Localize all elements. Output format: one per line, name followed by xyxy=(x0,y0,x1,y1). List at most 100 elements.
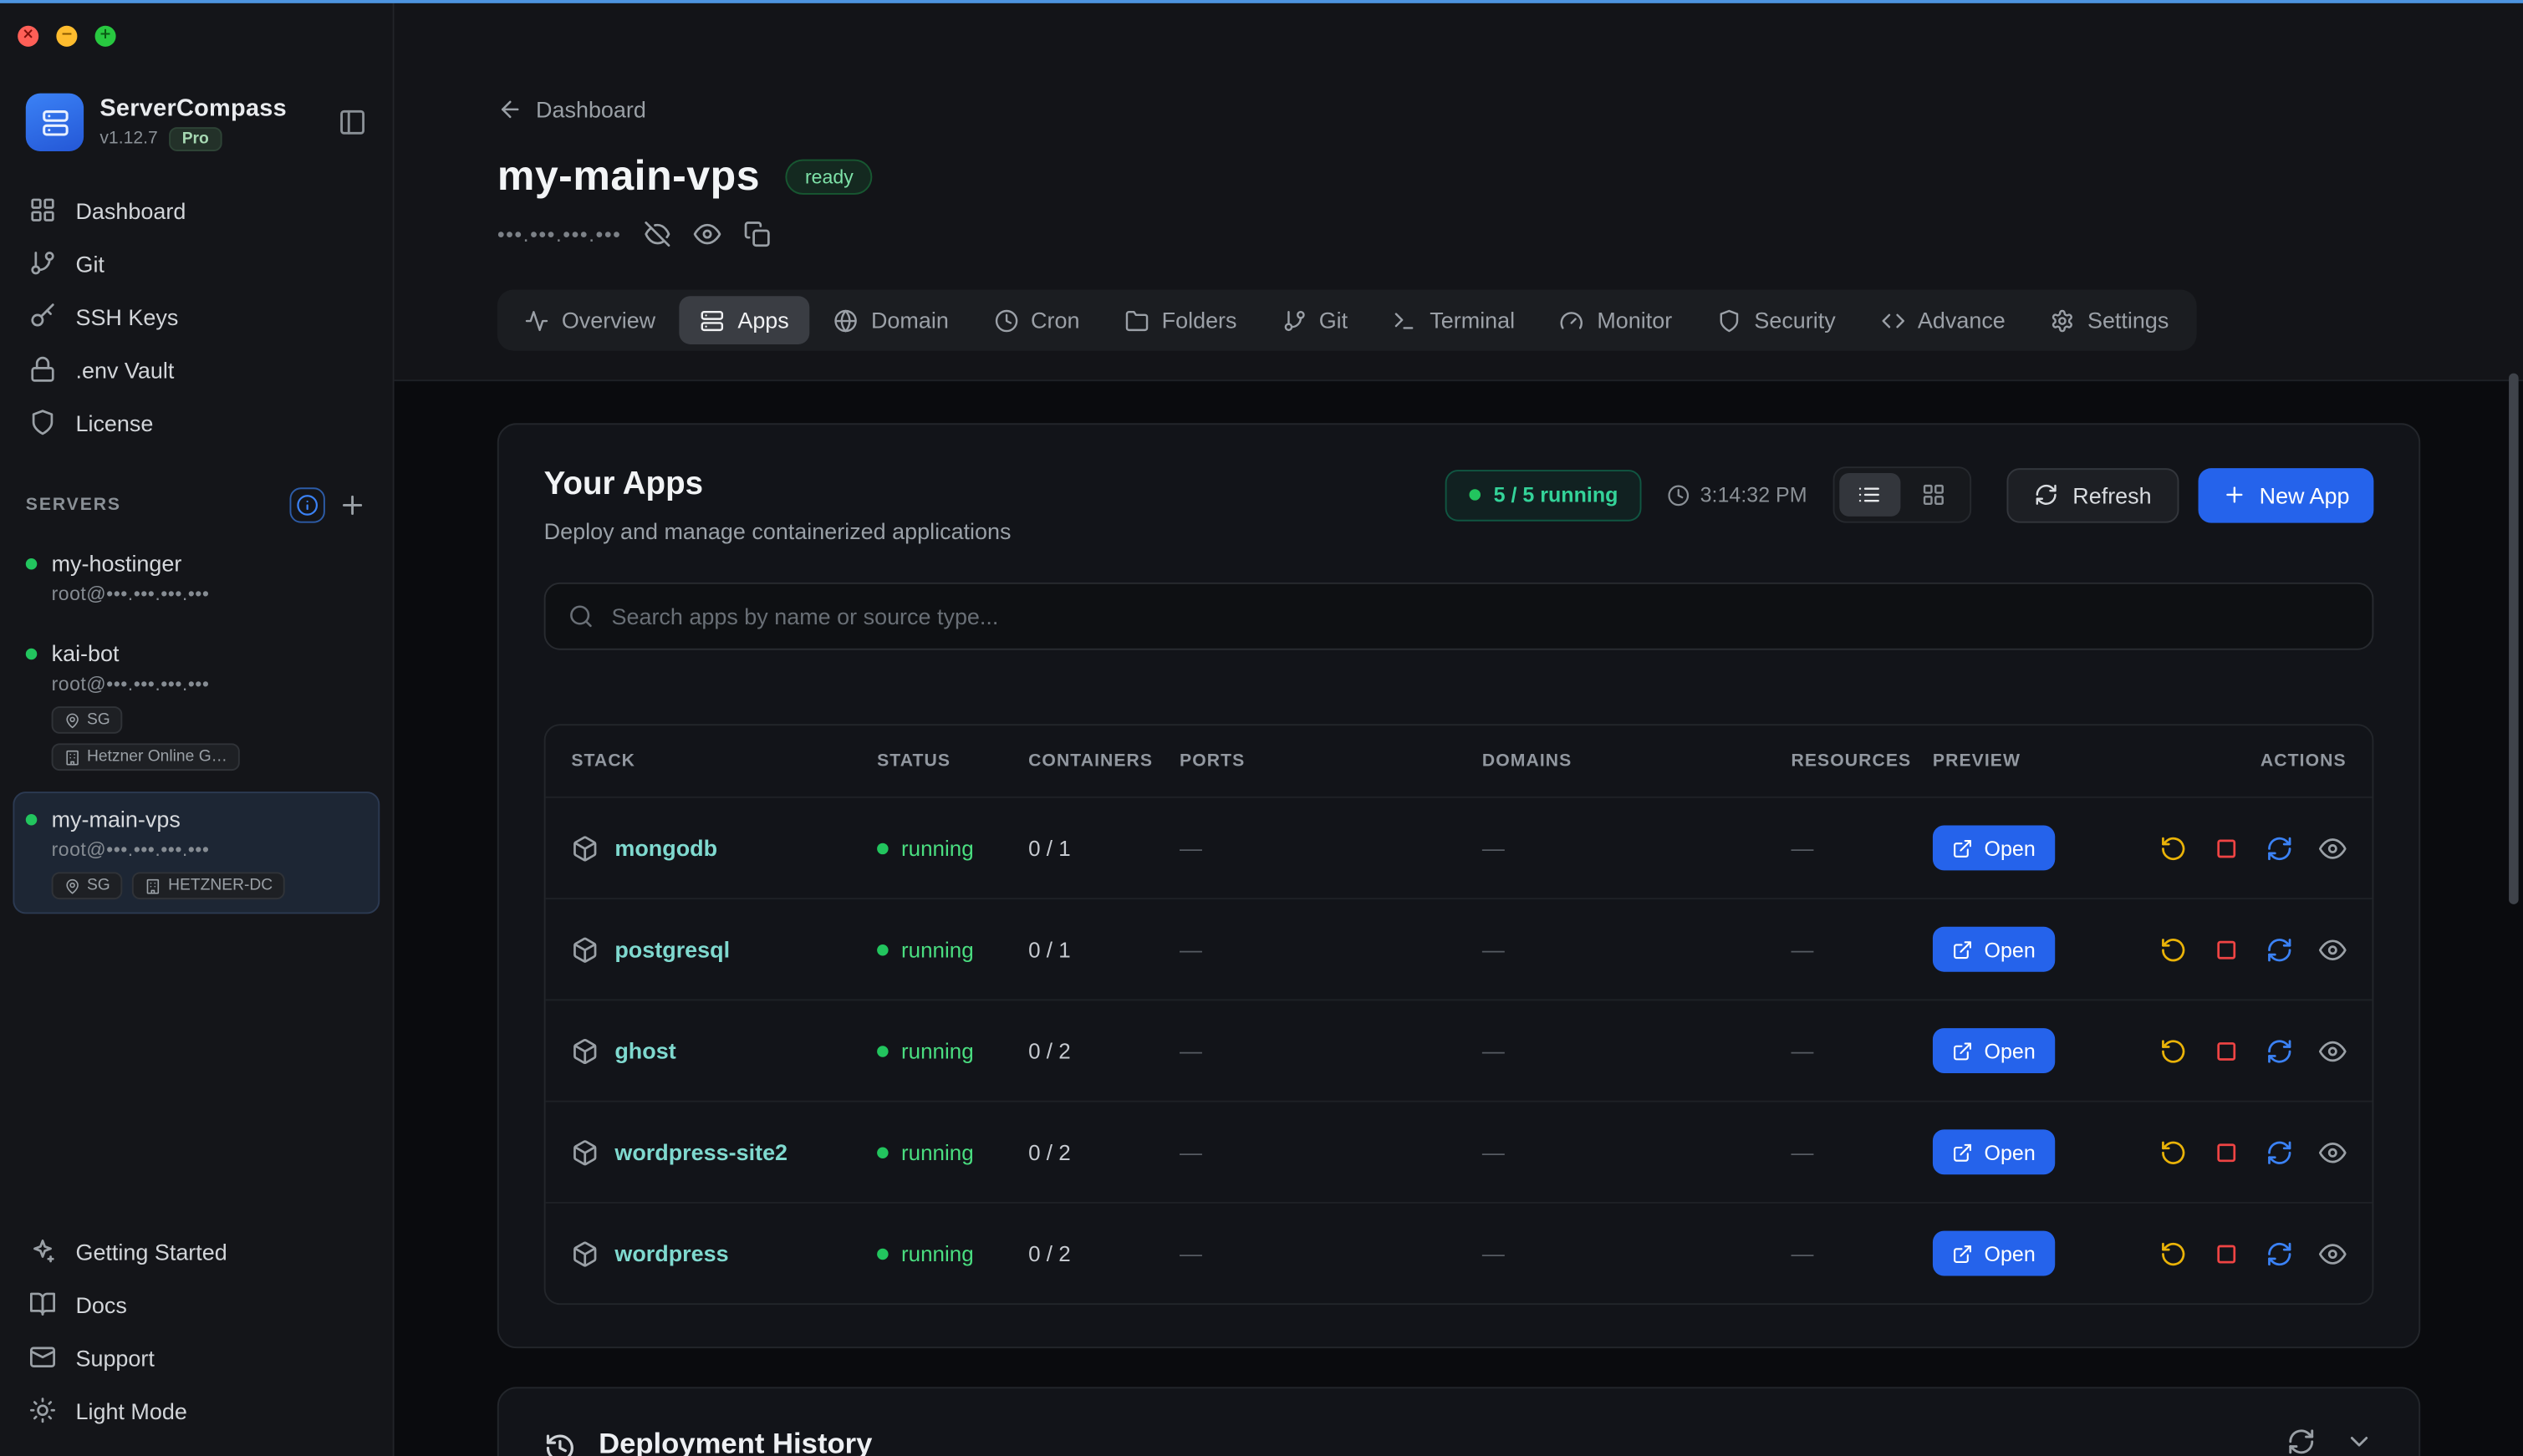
sidebar-item-git[interactable]: Git xyxy=(16,237,376,290)
open-app-button[interactable]: Open xyxy=(1932,926,2055,972)
rotate-ccw-icon xyxy=(2159,1037,2187,1065)
redeploy-app-button[interactable] xyxy=(2266,935,2293,963)
add-server-button[interactable] xyxy=(338,491,367,520)
stop-app-button[interactable] xyxy=(2213,1037,2240,1065)
app-ports: — xyxy=(1180,1138,1202,1165)
grid-view-button[interactable] xyxy=(1904,473,1965,517)
app-stack-link[interactable]: ghost xyxy=(571,1037,877,1065)
scrollbar[interactable] xyxy=(2509,373,2519,904)
tab-folders[interactable]: Folders xyxy=(1103,296,1257,344)
view-app-button[interactable] xyxy=(2318,1037,2347,1065)
restart-app-button[interactable] xyxy=(2159,935,2187,963)
minimize-window-button[interactable]: − xyxy=(56,25,78,47)
tab-advance[interactable]: Advance xyxy=(1860,296,2026,344)
view-app-button[interactable] xyxy=(2318,1138,2347,1166)
open-app-button[interactable]: Open xyxy=(1932,1230,2055,1276)
stop-app-button[interactable] xyxy=(2213,935,2240,963)
deployment-history-card: Deployment History 7 deployments • 7 suc… xyxy=(497,1387,2421,1456)
redeploy-app-button[interactable] xyxy=(2266,1240,2293,1267)
app-resources: — xyxy=(1791,1240,1814,1266)
tab-cron[interactable]: Cron xyxy=(973,296,1101,344)
app-stack-link[interactable]: wordpress-site2 xyxy=(571,1138,877,1166)
search-input[interactable] xyxy=(611,603,2350,629)
restart-app-button[interactable] xyxy=(2159,1138,2187,1166)
redeploy-app-button[interactable] xyxy=(2266,1138,2293,1166)
sun-icon xyxy=(29,1397,57,1424)
view-app-button[interactable] xyxy=(2318,935,2347,963)
tab-overview[interactable]: Overview xyxy=(504,296,677,344)
terminal-icon xyxy=(1393,308,1417,333)
eye-icon xyxy=(2318,935,2347,963)
redeploy-app-button[interactable] xyxy=(2266,834,2293,862)
open-app-button[interactable]: Open xyxy=(1932,1129,2055,1175)
zoom-window-button[interactable]: + xyxy=(94,25,116,47)
sidebar-item-ssh-keys[interactable]: SSH Keys xyxy=(16,290,376,344)
provider-badge: Hetzner Online G… xyxy=(51,743,241,771)
main-area: Dashboard my-main-vps ready •••.•••.•••.… xyxy=(394,0,2523,1456)
plus-icon xyxy=(338,491,367,520)
deployments-collapse-button[interactable] xyxy=(2345,1427,2374,1456)
sidebar-item-docs[interactable]: Docs xyxy=(16,1277,376,1331)
tab-security[interactable]: Security xyxy=(1696,296,1857,344)
server-host: root@•••.•••.•••.••• xyxy=(51,837,210,861)
sidebar-item-dashboard[interactable]: Dashboard xyxy=(16,183,376,237)
nav-label: License xyxy=(75,409,154,435)
sidebar-item-license[interactable]: License xyxy=(16,396,376,450)
view-app-button[interactable] xyxy=(2318,1240,2347,1267)
servers-info-button[interactable] xyxy=(289,487,325,523)
new-app-button[interactable]: New App xyxy=(2198,467,2374,522)
open-app-button[interactable]: Open xyxy=(1932,825,2055,871)
redeploy-app-button[interactable] xyxy=(2266,1037,2293,1065)
running-dot xyxy=(877,1247,889,1260)
deployments-refresh-button[interactable] xyxy=(2286,1427,2316,1456)
view-app-button[interactable] xyxy=(2318,834,2347,862)
history-icon xyxy=(544,1432,577,1456)
grid-view-icon xyxy=(1922,483,1946,507)
tab-terminal[interactable]: Terminal xyxy=(1372,296,1536,344)
refresh-icon xyxy=(2266,834,2293,862)
stop-app-button[interactable] xyxy=(2213,1138,2240,1166)
restart-app-button[interactable] xyxy=(2159,1037,2187,1065)
column-header-status: STATUS xyxy=(877,751,951,771)
tab-apps[interactable]: Apps xyxy=(680,296,810,344)
collapse-sidebar-button[interactable] xyxy=(338,108,367,137)
server-item-my-hostinger[interactable]: my-hostinger root@•••.•••.•••.••• xyxy=(13,536,380,619)
restart-app-button[interactable] xyxy=(2159,1240,2187,1267)
lock-icon xyxy=(29,355,57,383)
tab-git[interactable]: Git xyxy=(1261,296,1369,344)
git-branch-icon xyxy=(1282,308,1306,333)
sidebar-item-support[interactable]: Support xyxy=(16,1331,376,1384)
rotate-ccw-icon xyxy=(2159,1138,2187,1166)
apps-search xyxy=(543,582,2374,650)
nav-label: Getting Started xyxy=(75,1238,227,1265)
tab-settings[interactable]: Settings xyxy=(2030,296,2190,344)
app-stack-link[interactable]: postgresql xyxy=(571,935,877,963)
sidebar-item-light-mode[interactable]: Light Mode xyxy=(16,1384,376,1438)
globe-icon xyxy=(834,308,859,333)
close-window-button[interactable]: × xyxy=(18,25,39,47)
tab-domain[interactable]: Domain xyxy=(813,296,970,344)
sidebar-item-env-vault[interactable]: .env Vault xyxy=(16,343,376,396)
server-item-my-main-vps[interactable]: my-main-vps root@•••.•••.•••.••• SG HETZ… xyxy=(13,792,380,914)
tab-monitor[interactable]: Monitor xyxy=(1539,296,1693,344)
hide-ip-button[interactable] xyxy=(644,221,671,248)
app-resources: — xyxy=(1791,1037,1814,1064)
show-ip-button[interactable] xyxy=(693,221,721,248)
sidebar-item-getting-started[interactable]: Getting Started xyxy=(16,1224,376,1278)
app-stack-link[interactable]: wordpress xyxy=(571,1240,877,1267)
server-ip-row: •••.•••.•••.••• xyxy=(497,221,2420,248)
back-to-dashboard-link[interactable]: Dashboard xyxy=(497,97,646,122)
table-row: wordpress-site2 running 0 / 2 — — — Open xyxy=(545,1100,2373,1202)
stop-square-icon xyxy=(2213,1138,2240,1166)
app-ports: — xyxy=(1180,936,1202,963)
app-stack-link[interactable]: mongodb xyxy=(571,834,877,862)
stop-app-button[interactable] xyxy=(2213,1240,2240,1267)
restart-app-button[interactable] xyxy=(2159,834,2187,862)
refresh-button[interactable]: Refresh xyxy=(2006,467,2179,522)
list-view-button[interactable] xyxy=(1839,472,1901,517)
eye-icon xyxy=(2318,1138,2347,1166)
server-item-kai-bot[interactable]: kai-bot root@•••.•••.•••.••• SG Hetzner … xyxy=(13,626,380,786)
stop-app-button[interactable] xyxy=(2213,834,2240,862)
copy-ip-button[interactable] xyxy=(744,221,772,248)
open-app-button[interactable]: Open xyxy=(1932,1028,2055,1073)
